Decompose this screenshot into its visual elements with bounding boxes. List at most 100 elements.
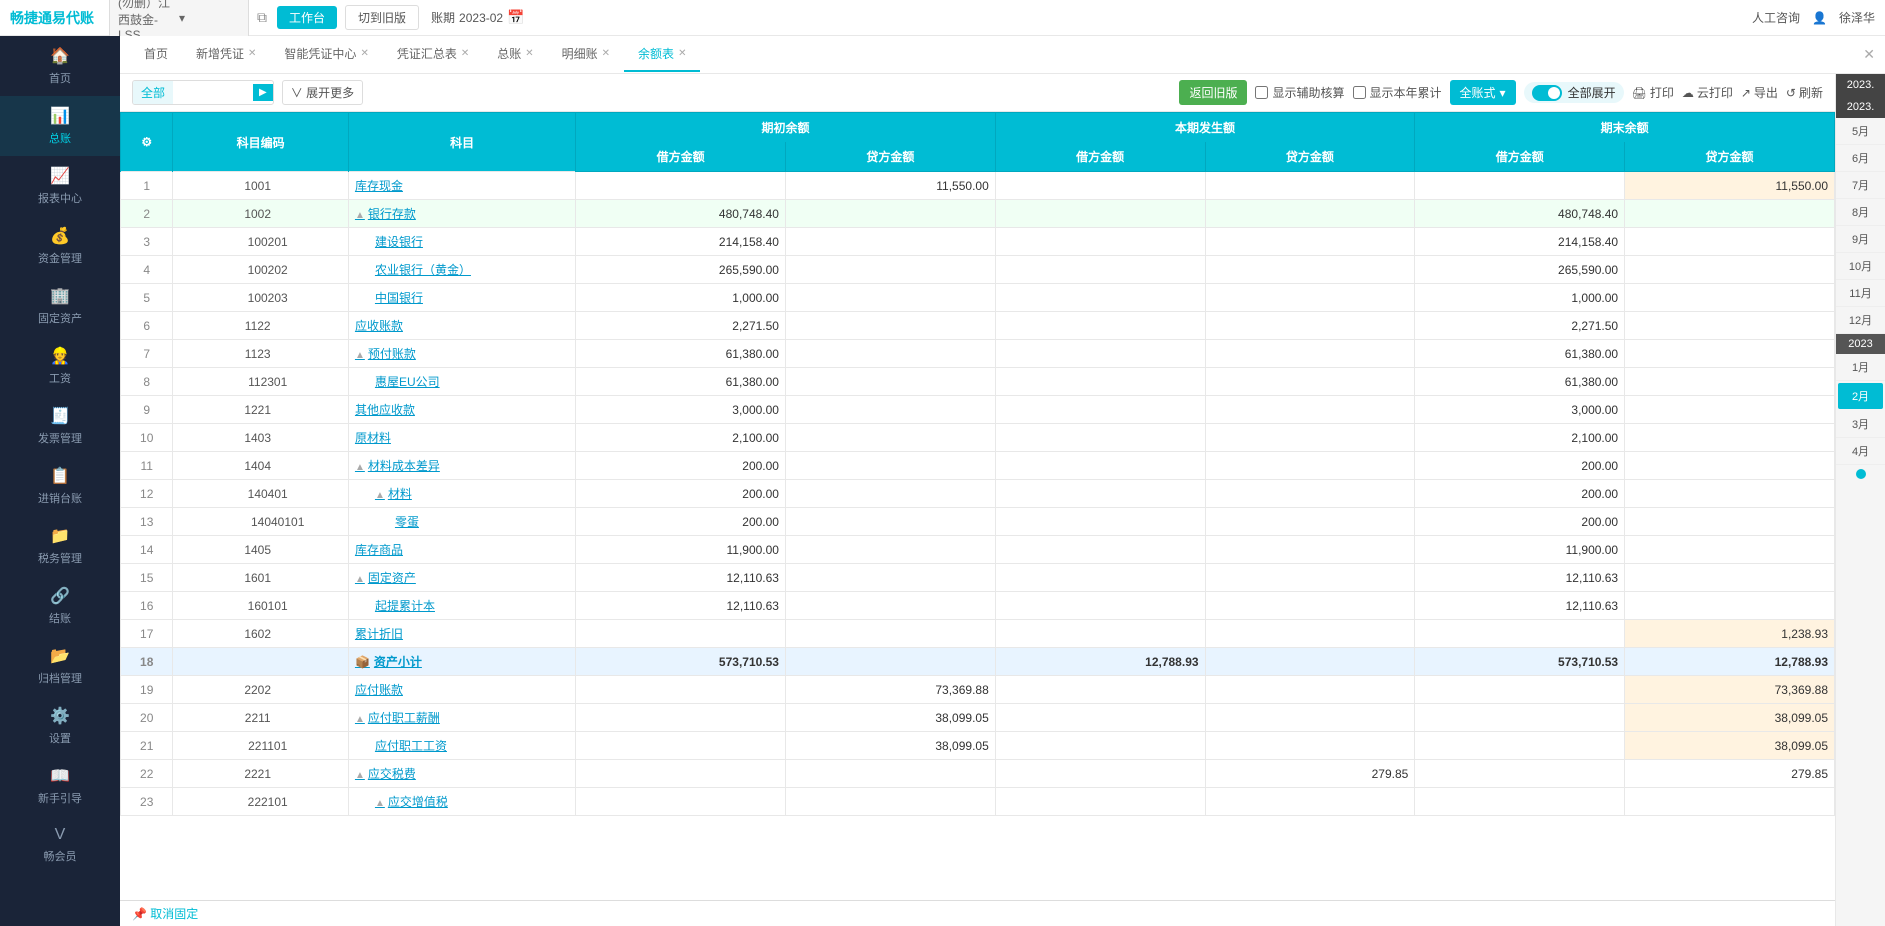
refresh-button[interactable]: ↺ 刷新 [1786, 84, 1823, 101]
checkbox-ytd-input[interactable] [1353, 86, 1366, 99]
row-name[interactable]: 中国银行 [348, 284, 575, 312]
filter-label[interactable]: 全部 [133, 81, 173, 104]
row-name[interactable]: ▲应交增值税 [348, 788, 575, 816]
row-name[interactable]: ▲材料 [348, 480, 575, 508]
month-10[interactable]: 10月 [1836, 253, 1885, 280]
sidebar-item-assets[interactable]: 🏢 固定资产 [0, 276, 120, 336]
tab-voucher-summary[interactable]: 凭证汇总表 ✕ [383, 37, 483, 72]
row-name[interactable]: 建设银行 [348, 228, 575, 256]
month-3[interactable]: 3月 [1836, 411, 1885, 438]
sidebar-item-funds[interactable]: 💰 资金管理 [0, 216, 120, 276]
row-eb-credit [1625, 312, 1835, 340]
row-no: 12 [121, 480, 173, 508]
row-name[interactable]: ▲固定资产 [348, 564, 575, 592]
row-name[interactable]: 应付账款 [348, 676, 575, 704]
sidebar-item-ledger[interactable]: 📊 总账 [0, 96, 120, 156]
row-cur-credit [1205, 284, 1415, 312]
tab-general-ledger[interactable]: 总账 ✕ [483, 37, 547, 72]
print-button[interactable]: 🖨 打印 [1632, 84, 1674, 101]
sidebar-item-settings[interactable]: ⚙️ 设置 [0, 696, 120, 756]
month-6[interactable]: 6月 [1836, 145, 1885, 172]
close-all-tabs[interactable]: ✕ [1863, 46, 1875, 63]
row-name[interactable]: 农业银行（黄金） [348, 256, 575, 284]
expand-button[interactable]: ∨ 展开更多 [282, 80, 363, 105]
tab-voucher-summary-close[interactable]: ✕ [461, 48, 469, 59]
tab-new-voucher[interactable]: 新增凭证 ✕ [182, 37, 270, 72]
tab-general-ledger-close[interactable]: ✕ [525, 48, 533, 59]
sidebar-item-purchase[interactable]: 📋 进销台账 [0, 456, 120, 516]
row-eb-debit [1415, 788, 1625, 816]
switch-button[interactable]: 切到旧版 [345, 5, 419, 30]
month-8[interactable]: 8月 [1836, 199, 1885, 226]
consultant-link[interactable]: 人工咨询 [1752, 9, 1800, 26]
row-ob-debit: 573,710.53 [576, 648, 786, 676]
filter-input[interactable] [173, 83, 253, 103]
row-eb-credit [1625, 788, 1835, 816]
table-row: 16160101起提累计本12,110.6312,110.63 [121, 592, 1835, 620]
tab-balance[interactable]: 余额表 ✕ [624, 37, 700, 72]
sidebar-item-payroll[interactable]: 👷 工资 [0, 336, 120, 396]
cloud-print-button[interactable]: ☁ 云打印 [1682, 84, 1733, 101]
row-name[interactable]: 库存商品 [348, 536, 575, 564]
checkbox-auxiliary[interactable]: 显示辅助核算 [1255, 84, 1344, 101]
settings-icon: ⚙️ [50, 706, 70, 726]
sidebar-item-tax[interactable]: 📁 税务管理 [0, 516, 120, 576]
tab-detail-ledger-close[interactable]: ✕ [602, 48, 610, 59]
tab-home[interactable]: 首页 [130, 37, 182, 72]
checkbox-ytd[interactable]: 显示本年累计 [1353, 84, 1442, 101]
tab-balance-close[interactable]: ✕ [678, 48, 686, 59]
row-cur-debit [995, 368, 1205, 396]
row-name[interactable]: 应付职工工资 [348, 732, 575, 760]
row-name[interactable]: ▲应交税费 [348, 760, 575, 788]
table-row: 111404▲材料成本差异200.00200.00 [121, 452, 1835, 480]
copy-icon[interactable]: ⧉ [257, 9, 267, 26]
return-button[interactable]: 返回旧版 [1179, 80, 1247, 105]
month-12[interactable]: 12月 [1836, 307, 1885, 334]
row-name[interactable]: ▲应付职工薪酬 [348, 704, 575, 732]
month-1[interactable]: 1月 [1836, 354, 1885, 381]
sidebar-item-close[interactable]: 🔗 结账 [0, 576, 120, 636]
row-name[interactable]: 起提累计本 [348, 592, 575, 620]
main-layout: 🏠 首页 📊 总账 📈 报表中心 💰 资金管理 🏢 固定资产 👷 工资 🧾 发票… [0, 36, 1885, 926]
row-ob-debit: 61,380.00 [576, 368, 786, 396]
sidebar-item-member[interactable]: V 畅会员 [0, 816, 120, 874]
sidebar-item-archive[interactable]: 📂 归档管理 [0, 636, 120, 696]
bottom-bar[interactable]: 📌 取消固定 [120, 900, 1835, 926]
row-name[interactable]: 应收账款 [348, 312, 575, 340]
row-name[interactable]: ▲材料成本差异 [348, 452, 575, 480]
tab-balance-label: 余额表 [638, 45, 674, 62]
month-2-active[interactable]: 2月 [1838, 383, 1883, 409]
workbench-button[interactable]: 工作台 [277, 6, 337, 29]
row-name[interactable]: 库存现金 [348, 172, 575, 200]
calendar-icon[interactable]: 📅 [507, 9, 524, 26]
tab-detail-ledger[interactable]: 明细账 ✕ [548, 37, 624, 72]
sidebar-item-home[interactable]: 🏠 首页 [0, 36, 120, 96]
tab-new-voucher-close[interactable]: ✕ [248, 48, 256, 59]
filter-arrow-btn[interactable]: ▶ [253, 84, 273, 101]
month-4[interactable]: 4月 [1836, 438, 1885, 465]
sidebar-item-guide[interactable]: 📖 新手引导 [0, 756, 120, 816]
sidebar-item-invoice[interactable]: 🧾 发票管理 [0, 396, 120, 456]
row-ob-debit: 1,000.00 [576, 284, 786, 312]
row-name[interactable]: 零蛋 [348, 508, 575, 536]
checkbox-auxiliary-input[interactable] [1255, 86, 1268, 99]
row-name[interactable]: ▲预付账款 [348, 340, 575, 368]
month-9[interactable]: 9月 [1836, 226, 1885, 253]
month-5[interactable]: 5月 [1836, 118, 1885, 145]
row-name[interactable]: 累计折旧 [348, 620, 575, 648]
full-style-button[interactable]: 全账式 ▾ [1450, 80, 1516, 105]
export-button[interactable]: ↗ 导出 [1741, 84, 1778, 101]
tab-smart-voucher-close[interactable]: ✕ [360, 48, 368, 59]
month-11[interactable]: 11月 [1836, 280, 1885, 307]
col-gear[interactable]: ⚙ [121, 113, 173, 172]
table-area: 全部 ▶ ∨ 展开更多 返回旧版 显示辅助核算 [120, 74, 1835, 926]
table-row: 192202应付账款73,369.8873,369.88 [121, 676, 1835, 704]
expand-toggle[interactable] [1532, 85, 1562, 101]
row-name[interactable]: ▲银行存款 [348, 200, 575, 228]
month-7[interactable]: 7月 [1836, 172, 1885, 199]
row-name[interactable]: 其他应收款 [348, 396, 575, 424]
row-name[interactable]: 惠屋EU公司 [348, 368, 575, 396]
sidebar-item-reports[interactable]: 📈 报表中心 [0, 156, 120, 216]
row-name[interactable]: 原材料 [348, 424, 575, 452]
tab-smart-voucher[interactable]: 智能凭证中心 ✕ [270, 37, 382, 72]
